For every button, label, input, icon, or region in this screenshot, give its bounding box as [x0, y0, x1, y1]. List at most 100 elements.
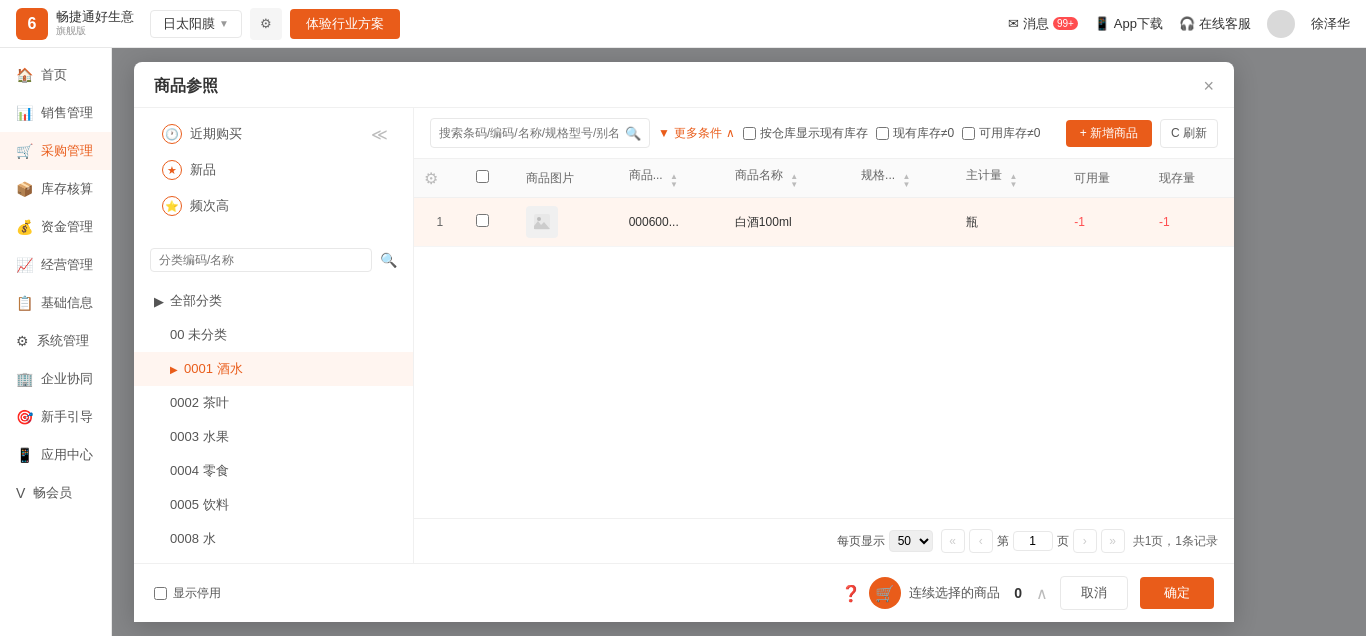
cat-fruit-label: 0003 水果	[170, 428, 229, 446]
recent-collapse-icon[interactable]: ≪	[369, 124, 389, 144]
category-search-icon[interactable]: 🔍	[380, 252, 397, 268]
cat-appliance[interactable]: 0010 家电	[134, 556, 413, 563]
membership-icon: V	[16, 485, 25, 501]
row-thumb-cell	[516, 198, 619, 247]
sidebar-label-home: 首页	[41, 66, 67, 84]
sidebar-item-inventory[interactable]: 📦 库存核算	[0, 170, 111, 208]
continuous-text: 连续选择的商品	[909, 584, 1000, 602]
last-page-button[interactable]: »	[1101, 529, 1125, 553]
product-search-icon[interactable]: 🔍	[625, 126, 641, 141]
page-size-select[interactable]: 50	[889, 530, 933, 552]
code-sort-icon[interactable]: ▲▼	[670, 173, 678, 189]
settings-button[interactable]: ⚙	[250, 8, 282, 40]
cat-fruit[interactable]: 0003 水果	[134, 420, 413, 454]
app-download-button[interactable]: 📱 App下载	[1094, 15, 1163, 33]
more-filter-button[interactable]: ▼ 更多条件 ∧	[658, 125, 735, 142]
store-selector[interactable]: 日太阳膜 ▼	[150, 10, 242, 38]
cancel-button[interactable]: 取消	[1060, 576, 1128, 610]
cat-tea[interactable]: 0002 茶叶	[134, 386, 413, 420]
messages-button[interactable]: ✉ 消息 99+	[1008, 15, 1078, 33]
sidebar-item-purchase[interactable]: 🛒 采购管理	[0, 132, 111, 170]
cart-icon-button[interactable]: 🛒	[869, 577, 901, 609]
sidebar-item-membership[interactable]: V 畅会员	[0, 474, 111, 512]
gear-icon[interactable]: ⚙	[424, 170, 438, 187]
add-product-button[interactable]: + 新增商品	[1066, 120, 1152, 147]
page-size-label: 每页显示	[837, 533, 885, 550]
sidebar-label-membership: 畅会员	[33, 484, 72, 502]
clock-icon: 🕐	[162, 124, 182, 144]
product-search-input[interactable]	[439, 126, 619, 140]
row-checkbox-cell	[466, 198, 516, 247]
available-stock-checkbox-label[interactable]: 可用库存≠0	[962, 125, 1040, 142]
cat-snack[interactable]: 0004 零食	[134, 454, 413, 488]
confirm-button[interactable]: 确定	[1140, 577, 1214, 609]
modal-footer: 显示停用 ❓ 🛒 连续选择的商品 0 ∧ 取消 确定	[134, 563, 1234, 622]
category-search-row: 🔍	[134, 240, 413, 280]
table-row[interactable]: 1	[414, 198, 1234, 247]
page-number-input[interactable]	[1013, 531, 1053, 551]
product-search-wrap: 🔍	[430, 118, 650, 148]
service-label: 在线客服	[1199, 15, 1251, 33]
recent-purchase-label: 近期购买	[190, 125, 242, 143]
trial-button[interactable]: 体验行业方案	[290, 9, 400, 39]
collapse-up-icon[interactable]: ∧	[1036, 584, 1048, 603]
logo-area: 6 畅捷通好生意 旗舰版	[16, 8, 134, 40]
available-stock-checkbox[interactable]	[962, 127, 975, 140]
cat-unclassified[interactable]: 00 未分类	[134, 318, 413, 352]
sidebar-item-sales[interactable]: 📊 销售管理	[0, 94, 111, 132]
prev-page-button[interactable]: ‹	[969, 529, 993, 553]
cat-all-label: 全部分类	[170, 292, 222, 310]
show-disabled-label[interactable]: 显示停用	[154, 585, 221, 602]
warehouse-stock-checkbox-label[interactable]: 按仓库显示现有库存	[743, 125, 868, 142]
sidebar-item-apps[interactable]: 📱 应用中心	[0, 436, 111, 474]
current-stock-checkbox[interactable]	[876, 127, 889, 140]
help-icon[interactable]: ❓	[841, 584, 861, 603]
show-disabled-checkbox[interactable]	[154, 587, 167, 600]
sidebar-label-inventory: 库存核算	[41, 180, 93, 198]
modal-title: 商品参照	[154, 76, 218, 97]
cat-liquor[interactable]: ▶ 0001 酒水	[134, 352, 413, 386]
sidebar-item-system[interactable]: ⚙ 系统管理	[0, 322, 111, 360]
next-page-button[interactable]: ›	[1073, 529, 1097, 553]
sidebar-item-home[interactable]: 🏠 首页	[0, 56, 111, 94]
refresh-button[interactable]: C 刷新	[1160, 119, 1218, 148]
guide-icon: 🎯	[16, 409, 33, 425]
system-icon: ⚙	[16, 333, 29, 349]
select-all-checkbox[interactable]	[476, 170, 489, 183]
row-name: 白酒100ml	[725, 198, 851, 247]
product-table: ⚙ 商品图片 商品...	[414, 159, 1234, 247]
unit-sort-icon[interactable]: ▲▼	[1009, 173, 1017, 189]
star-icon: ★	[162, 160, 182, 180]
modal-close-button[interactable]: ×	[1203, 76, 1214, 97]
right-panel: 🔍 ▼ 更多条件 ∧ 按仓库显示现有库存	[414, 108, 1234, 563]
sidebar-item-guide[interactable]: 🎯 新手引导	[0, 398, 111, 436]
row-checkbox[interactable]	[476, 214, 489, 227]
cat-water[interactable]: 0008 水	[134, 522, 413, 556]
main-layout: 🏠 首页 📊 销售管理 🛒 采购管理 📦 库存核算 💰 资金管理 📈 经营管理 …	[0, 48, 1366, 636]
category-search-input[interactable]	[150, 248, 372, 272]
name-sort-icon[interactable]: ▲▼	[790, 173, 798, 189]
online-service-button[interactable]: 🎧 在线客服	[1179, 15, 1251, 33]
sidebar-item-basic-info[interactable]: 📋 基础信息	[0, 284, 111, 322]
frequent-item[interactable]: ⭐ 频次高	[150, 188, 397, 224]
spec-sort-icon[interactable]: ▲▼	[902, 173, 910, 189]
message-icon: ✉	[1008, 16, 1019, 31]
col-stock-label: 现存量	[1159, 171, 1195, 185]
current-stock-checkbox-label[interactable]: 现有库存≠0	[876, 125, 954, 142]
username-area[interactable]: 徐泽华	[1311, 15, 1350, 33]
left-nav: 🕐 近期购买 ≪ ★ 新品 ⭐ 频次高	[134, 108, 413, 232]
warehouse-stock-label: 按仓库显示现有库存	[760, 125, 868, 142]
first-page-button[interactable]: «	[941, 529, 965, 553]
col-unit-label: 主计量	[966, 168, 1002, 182]
frequent-icon: ⭐	[162, 196, 182, 216]
cat-all[interactable]: ▶ 全部分类	[134, 284, 413, 318]
sidebar-item-enterprise[interactable]: 🏢 企业协同	[0, 360, 111, 398]
sidebar-item-finance[interactable]: 💰 资金管理	[0, 208, 111, 246]
recent-purchase-item[interactable]: 🕐 近期购买 ≪	[150, 116, 397, 152]
page-size-selector: 每页显示 50	[837, 530, 933, 552]
cat-beverage[interactable]: 0005 饮料	[134, 488, 413, 522]
warehouse-stock-checkbox[interactable]	[743, 127, 756, 140]
sidebar-item-operations[interactable]: 📈 经营管理	[0, 246, 111, 284]
col-stock: 现存量	[1149, 159, 1234, 198]
new-product-item[interactable]: ★ 新品	[150, 152, 397, 188]
